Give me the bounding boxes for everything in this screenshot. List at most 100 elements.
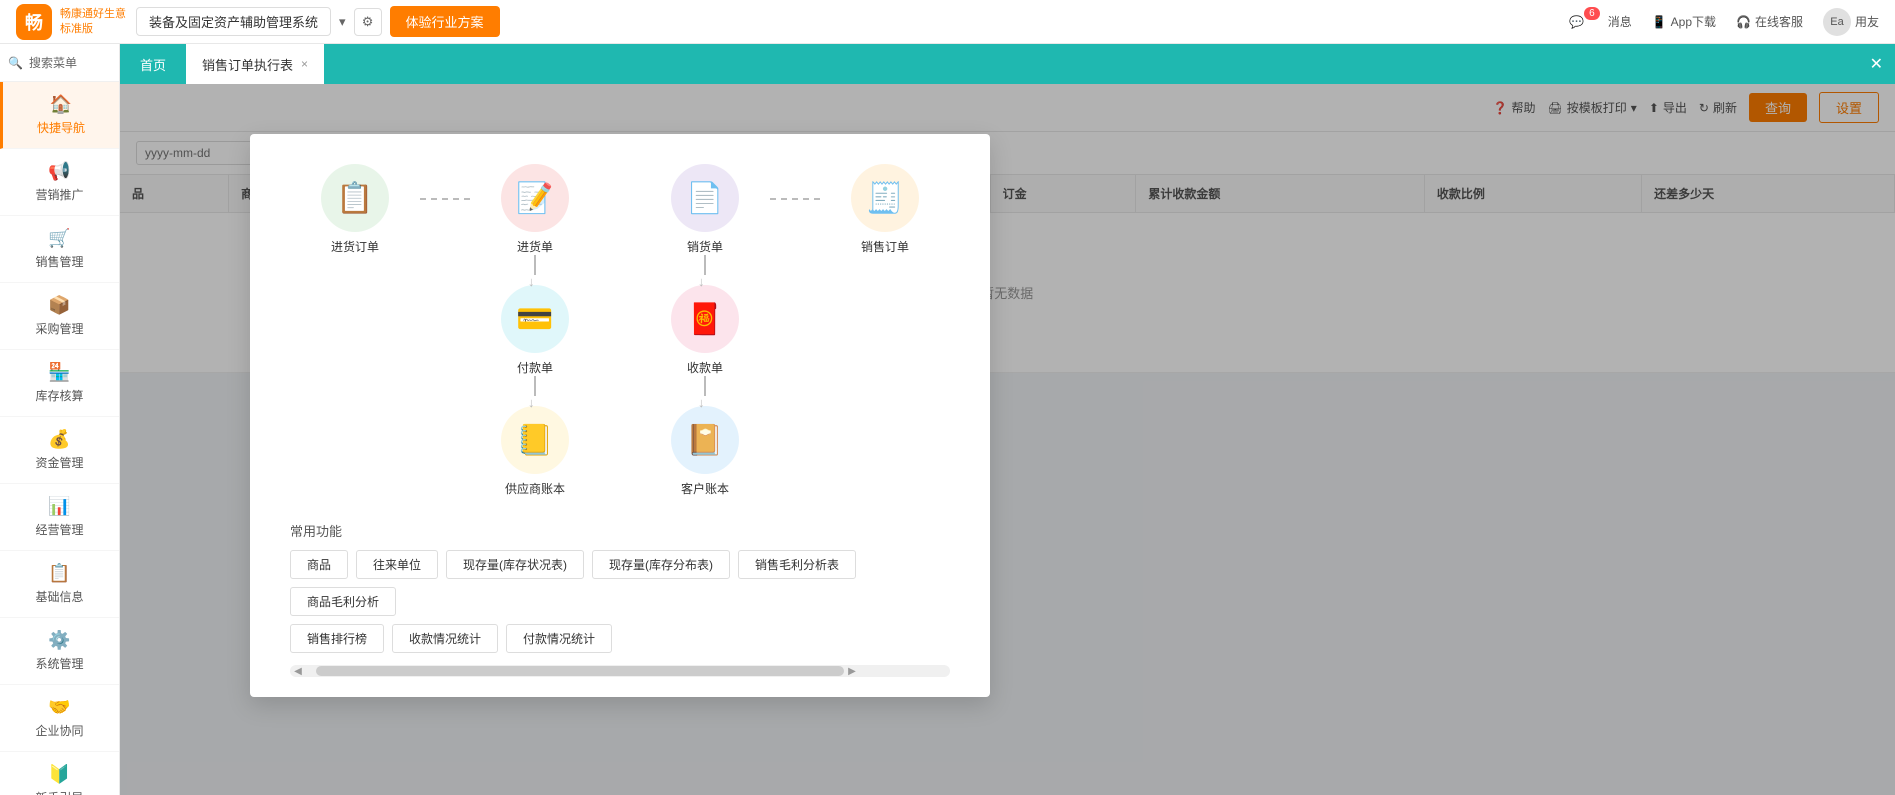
download-icon: 📱 xyxy=(1652,15,1667,29)
receipt-bill-icon: 🧧 xyxy=(686,302,723,337)
wf-circle-purchase-order: 📋 xyxy=(321,164,389,232)
wf-arrow-down-sales: ↓ xyxy=(704,255,706,275)
cf-btn-stock-status[interactable]: 现存量(库存状况表) xyxy=(446,550,584,579)
wf-arrow-down-purchase: ↓ xyxy=(534,255,536,275)
cf-btn-partner[interactable]: 往来单位 xyxy=(356,550,438,579)
wf-item-purchase-order[interactable]: 📋 进货订单 xyxy=(290,164,420,255)
user-area[interactable]: Ea 用友 xyxy=(1823,8,1879,36)
tab-sales-order-execution[interactable]: 销售订单执行表 × xyxy=(186,44,324,84)
cf-btn-receipt-stats[interactable]: 收款情况统计 xyxy=(392,624,498,653)
system-icon: ⚙️ xyxy=(48,630,70,651)
wf-arrow-down-receipt: ↓ xyxy=(704,376,706,396)
cf-btn-product-profit[interactable]: 商品毛利分析 xyxy=(290,587,396,616)
wf-label-supplier-ledger: 供应商账本 xyxy=(505,480,565,497)
header-right: 💬 6 消息 📱 App下载 🎧 在线客服 Ea 用友 xyxy=(1569,8,1879,36)
main-layout: 🔍 搜索菜单 🏠 快捷导航 📢 营销推广 🛒 销售管理 📦 采购管理 🏪 库存核… xyxy=(0,44,1895,795)
system-title[interactable]: 装备及固定资产辅助管理系统 xyxy=(136,7,331,36)
wf-circle-payment-bill: 💳 xyxy=(501,285,569,353)
purchase-bill-icon: 📝 xyxy=(516,181,553,216)
app-download-button[interactable]: 📱 App下载 xyxy=(1652,13,1716,30)
cf-buttons-row-2: 销售排行榜 收款情况统计 付款情况统计 xyxy=(290,624,950,653)
cf-btn-payment-stats[interactable]: 付款情况统计 xyxy=(506,624,612,653)
inventory-icon: 🏪 xyxy=(48,362,70,383)
search-icon: 🔍 xyxy=(8,56,23,70)
scrollbar-thumb[interactable] xyxy=(316,666,844,676)
wf-arrow-sales-order-to-bill xyxy=(770,198,820,200)
service-icon: 🎧 xyxy=(1736,15,1751,29)
wf-item-sales-bill[interactable]: 📄 销货单 xyxy=(640,164,770,255)
cf-btn-sales-ranking[interactable]: 销售排行榜 xyxy=(290,624,384,653)
supplier-ledger-icon: 📒 xyxy=(516,423,553,458)
experience-button[interactable]: 体验行业方案 xyxy=(390,6,500,37)
quick-nav-icon: 🏠 xyxy=(50,94,72,115)
message-button[interactable]: 💬 6 消息 xyxy=(1569,13,1632,30)
popup-card: 📋 进货订单 📝 进货单 xyxy=(250,134,990,697)
wf-circle-supplier-ledger: 📒 xyxy=(501,406,569,474)
cf-btn-product[interactable]: 商品 xyxy=(290,550,348,579)
wf-item-purchase-bill[interactable]: 📝 进货单 xyxy=(470,164,600,255)
wf-item-sales-order[interactable]: 🧾 销售订单 xyxy=(820,164,950,255)
workflow-row-2: 💳 付款单 🧧 收款单 xyxy=(290,285,950,376)
wf-circle-sales-bill: 📄 xyxy=(671,164,739,232)
search-menu-button[interactable]: 🔍 搜索菜单 xyxy=(0,44,119,82)
user-label: 用友 xyxy=(1855,13,1879,30)
finance-icon: 💰 xyxy=(48,429,70,450)
marketing-icon: 📢 xyxy=(48,161,70,182)
wf-item-supplier-ledger[interactable]: 📒 供应商账本 xyxy=(470,406,600,497)
sidebar-item-newbie[interactable]: 🔰 新手引导 xyxy=(0,752,119,795)
cf-btn-stock-dist[interactable]: 现存量(库存分布表) xyxy=(592,550,730,579)
cf-btn-sales-profit[interactable]: 销售毛利分析表 xyxy=(738,550,856,579)
sidebar-item-finance[interactable]: 💰 资金管理 xyxy=(0,417,119,484)
wf-item-receipt-bill[interactable]: 🧧 收款单 xyxy=(640,285,770,376)
sidebar-item-inventory[interactable]: 🏪 库存核算 xyxy=(0,350,119,417)
wf-label-sales-bill: 销货单 xyxy=(687,238,723,255)
scroll-left-icon[interactable]: ◀ xyxy=(290,663,306,679)
online-service-button[interactable]: 🎧 在线客服 xyxy=(1736,13,1803,30)
sidebar-item-system[interactable]: ⚙️ 系统管理 xyxy=(0,618,119,685)
wf-label-customer-ledger: 客户账本 xyxy=(681,480,729,497)
purchase-icon: 📦 xyxy=(48,295,70,316)
logo-icon: 畅 xyxy=(16,4,52,40)
sidebar-item-basic-info[interactable]: 📋 基础信息 xyxy=(0,551,119,618)
content-area: 首页 销售订单执行表 × ✕ ❓ 帮助 🖨 按模板打印 ▾ xyxy=(120,44,1895,795)
newbie-icon: 🔰 xyxy=(48,764,70,785)
system-title-area: 装备及固定资产辅助管理系统 ▾ ⚙ 体验行业方案 xyxy=(136,6,1569,37)
cf-title: 常用功能 xyxy=(290,521,950,540)
basic-info-icon: 📋 xyxy=(48,563,70,584)
sales-order-icon: 🧾 xyxy=(866,181,903,216)
sidebar-item-marketing[interactable]: 📢 营销推广 xyxy=(0,149,119,216)
cf-buttons-row-1: 商品 往来单位 现存量(库存状况表) 现存量(库存分布表) 销售毛利分析表 商品… xyxy=(290,550,950,616)
dropdown-icon[interactable]: ▾ xyxy=(339,14,346,30)
purchase-order-icon: 📋 xyxy=(336,181,373,216)
workflow-row-3: 📒 供应商账本 📔 客户账本 xyxy=(290,406,950,497)
sidebar-item-quick-nav[interactable]: 🏠 快捷导航 xyxy=(0,82,119,149)
workflow-arrows-row-2: ↓ ↓ xyxy=(290,376,950,396)
wf-item-customer-ledger[interactable]: 📔 客户账本 xyxy=(640,406,770,497)
page-content: ❓ 帮助 🖨 按模板打印 ▾ ⬆ 导出 ↻ 刷新 xyxy=(120,84,1895,795)
scroll-right-icon[interactable]: ▶ xyxy=(844,663,860,679)
tab-close-icon[interactable]: × xyxy=(301,57,308,71)
tab-bar-close-icon[interactable]: ✕ xyxy=(1870,54,1895,74)
workflow-arrows-row: ↓ ↓ xyxy=(290,255,950,275)
user-avatar: Ea xyxy=(1823,8,1851,36)
wf-circle-customer-ledger: 📔 xyxy=(671,406,739,474)
wf-item-payment-bill[interactable]: 💳 付款单 xyxy=(470,285,600,376)
sidebar-item-enterprise[interactable]: 🤝 企业协同 xyxy=(0,685,119,752)
wf-label-purchase-order: 进货订单 xyxy=(331,238,379,255)
sidebar-item-purchase[interactable]: 📦 采购管理 xyxy=(0,283,119,350)
wf-arrow-down-payment: ↓ xyxy=(534,376,536,396)
wf-label-payment-bill: 付款单 xyxy=(517,359,553,376)
tab-bar: 首页 销售订单执行表 × ✕ xyxy=(120,44,1895,84)
sidebar: 🔍 搜索菜单 🏠 快捷导航 📢 营销推广 🛒 销售管理 📦 采购管理 🏪 库存核… xyxy=(0,44,120,795)
common-functions: 常用功能 商品 往来单位 现存量(库存状况表) 现存量(库存分布表) 销售毛利分… xyxy=(290,521,950,653)
sidebar-item-sales[interactable]: 🛒 销售管理 xyxy=(0,216,119,283)
workflow-section: 📋 进货订单 📝 进货单 xyxy=(290,164,950,497)
sidebar-item-operations[interactable]: 📊 经营管理 xyxy=(0,484,119,551)
popup-scrollbar[interactable]: ◀ ▶ xyxy=(290,665,950,677)
sales-icon: 🛒 xyxy=(48,228,70,249)
tab-home[interactable]: 首页 xyxy=(120,44,186,84)
wf-circle-sales-order: 🧾 xyxy=(851,164,919,232)
gear-settings-icon[interactable]: ⚙ xyxy=(354,8,382,36)
logo-text: 畅康通好生意 标准版 xyxy=(60,7,126,36)
wf-circle-purchase-bill: 📝 xyxy=(501,164,569,232)
